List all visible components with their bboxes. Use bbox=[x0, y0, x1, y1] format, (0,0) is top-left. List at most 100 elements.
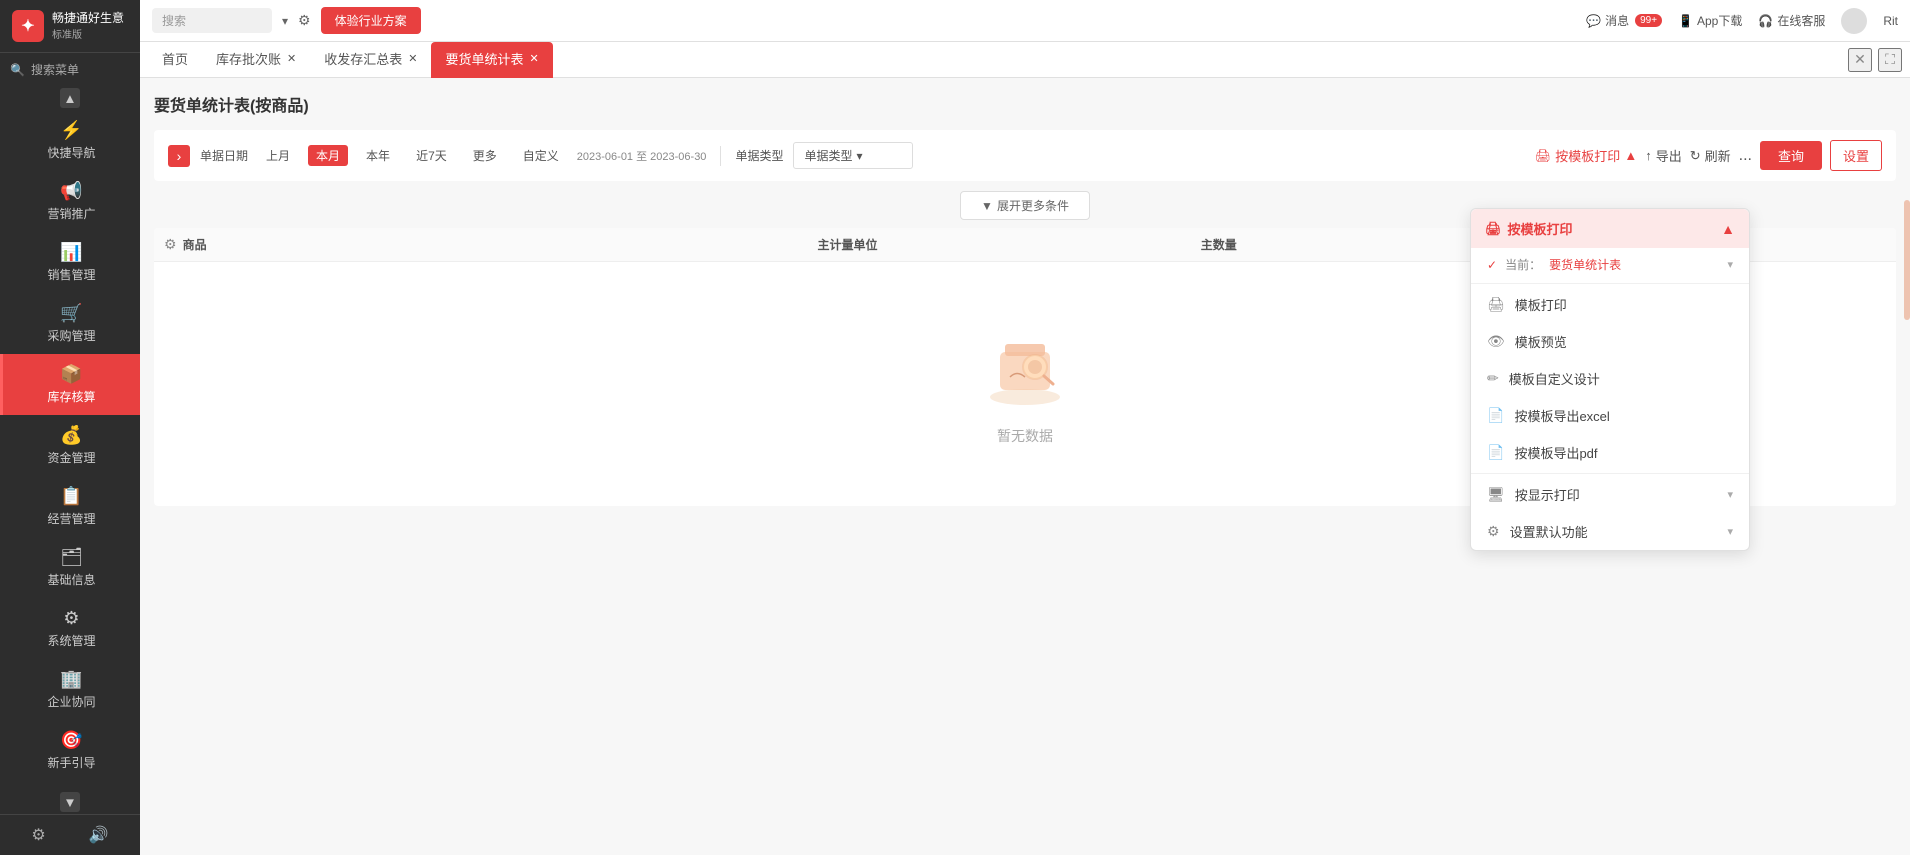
tab-maximize-btn[interactable]: ⛶ bbox=[1878, 48, 1902, 72]
sidebar-item-app-center[interactable]: 🔲 应用中心 bbox=[0, 781, 140, 790]
sidebar-item-label: 资金管理 bbox=[47, 449, 95, 466]
dropdown-item-set-default[interactable]: ⚙ 设置默认功能 ▾ bbox=[1471, 513, 1749, 550]
print-dropdown-close-btn[interactable]: ▲ bbox=[1721, 221, 1735, 237]
sidebar-scroll-up[interactable]: ▲ bbox=[60, 88, 80, 108]
bill-type-label: 单据类型 bbox=[735, 147, 783, 164]
sidebar-item-label: 经营管理 bbox=[47, 510, 95, 527]
topbar-gear-icon[interactable]: ⚙ bbox=[298, 12, 311, 29]
template-excel-label: 按模板导出excel bbox=[1514, 406, 1609, 425]
table-settings-icon[interactable]: ⚙ bbox=[164, 236, 177, 253]
tab-order-summary[interactable]: 要货单统计表 ✕ bbox=[431, 42, 552, 78]
tab-batch-account-label: 库存批次账 bbox=[216, 49, 281, 68]
dropdown-item-display-print[interactable]: 🖥 按显示打印 ▾ bbox=[1471, 476, 1749, 513]
sidebar-item-label: 库存核算 bbox=[47, 388, 95, 405]
date-current-month[interactable]: 本月 bbox=[308, 145, 348, 166]
sidebar-bottom: ⚙ 🔊 bbox=[0, 814, 140, 855]
page-title: 要货单统计表(按商品) bbox=[154, 92, 1896, 116]
empty-illustration bbox=[975, 322, 1075, 412]
tab-receipt-summary-close[interactable]: ✕ bbox=[408, 52, 417, 65]
dropdown-item-template-custom[interactable]: ✏ 模板自定义设计 bbox=[1471, 360, 1749, 397]
settings-btn[interactable]: 设置 bbox=[1830, 140, 1882, 171]
printer-icon-header: 🖨 bbox=[1485, 221, 1502, 237]
quick-nav-icon: ⚡ bbox=[60, 120, 82, 141]
bill-type-select[interactable]: 单据类型 ▾ bbox=[793, 142, 913, 169]
topbar-dropdown-arrow[interactable]: ▾ bbox=[282, 14, 288, 28]
export-icon: ↑ bbox=[1645, 148, 1652, 163]
tab-batch-account-close[interactable]: ✕ bbox=[287, 52, 296, 65]
sidebar-item-label: 快捷导航 bbox=[47, 144, 95, 161]
sidebar-item-basic[interactable]: 🗂 基础信息 bbox=[0, 537, 140, 598]
operation-icon: 📋 bbox=[60, 486, 82, 507]
template-excel-icon: 📄 bbox=[1487, 407, 1504, 424]
topbar-search[interactable]: 搜索 bbox=[152, 8, 272, 33]
sidebar-item-marketing[interactable]: 📢 营销推广 bbox=[0, 171, 140, 232]
set-default-arrow: ▾ bbox=[1727, 525, 1733, 538]
date-more[interactable]: 更多 bbox=[465, 145, 505, 166]
refresh-icon: ↻ bbox=[1690, 148, 1701, 164]
sidebar-item-inventory[interactable]: 📦 库存核算 bbox=[0, 354, 140, 415]
filter-expand-btn[interactable]: › bbox=[168, 145, 190, 167]
tab-close-window-btn[interactable]: ✕ bbox=[1848, 48, 1872, 72]
tab-receipt-summary-label: 收发存汇总表 bbox=[324, 49, 402, 68]
filter-bar: › 单据日期 上月 本月 本年 近7天 更多 自定义 2023-06-01 至 … bbox=[154, 130, 1896, 181]
display-print-left: 🖥 按显示打印 bbox=[1487, 485, 1580, 504]
sound-icon[interactable]: 🔊 bbox=[89, 825, 109, 845]
date-last-month[interactable]: 上月 bbox=[258, 145, 298, 166]
sidebar-logo: ✦ 畅捷通好生意 标准版 bbox=[0, 0, 140, 53]
tab-home[interactable]: 首页 bbox=[148, 42, 202, 78]
date-custom[interactable]: 自定义 bbox=[515, 145, 567, 166]
current-sub-arrow: ▾ bbox=[1727, 258, 1733, 271]
tab-order-summary-close[interactable]: ✕ bbox=[530, 52, 539, 65]
messages-badge: 99+ bbox=[1635, 14, 1662, 27]
tab-receipt-summary[interactable]: 收发存汇总表 ✕ bbox=[310, 42, 431, 78]
sidebar-item-quick-nav[interactable]: ⚡ 快捷导航 bbox=[0, 110, 140, 171]
app-download-item[interactable]: 📱 App下载 bbox=[1678, 12, 1742, 29]
date-current-year[interactable]: 本年 bbox=[358, 145, 398, 166]
print-template-btn[interactable]: 🖨 按模板打印 ▲ bbox=[1535, 146, 1637, 165]
experience-btn[interactable]: 体验行业方案 bbox=[321, 7, 421, 34]
sidebar-item-operation[interactable]: 📋 经营管理 bbox=[0, 476, 140, 537]
dropdown-item-template-excel[interactable]: 📄 按模板导出excel bbox=[1471, 397, 1749, 434]
basic-icon: 🗂 bbox=[60, 547, 83, 568]
search-icon: 🔍 bbox=[10, 63, 25, 77]
messages-item[interactable]: 💬 消息 99+ bbox=[1586, 12, 1662, 29]
logo-icon: ✦ bbox=[12, 10, 44, 42]
messages-label: 消息 bbox=[1605, 12, 1629, 29]
date-range-display: 2023-06-01 至 2023-06-30 bbox=[577, 148, 707, 164]
sidebar-item-finance[interactable]: 💰 资金管理 bbox=[0, 415, 140, 476]
dropdown-item-template-pdf[interactable]: 📄 按模板导出pdf bbox=[1471, 434, 1749, 471]
export-label: 导出 bbox=[1656, 146, 1682, 165]
date-last-7-days[interactable]: 近7天 bbox=[408, 145, 455, 166]
export-btn[interactable]: ↑ 导出 bbox=[1645, 146, 1682, 165]
tab-batch-account[interactable]: 库存批次账 ✕ bbox=[202, 42, 310, 78]
sidebar-search[interactable]: 🔍 搜索菜单 bbox=[0, 53, 140, 86]
expand-more-label: 展开更多条件 bbox=[997, 197, 1069, 214]
sidebar-scroll-down[interactable]: ▼ bbox=[60, 792, 80, 812]
print-dropdown-title-text: 按模板打印 bbox=[1508, 219, 1573, 238]
marketing-icon: 📢 bbox=[60, 181, 82, 202]
sidebar-item-enterprise[interactable]: 🏢 企业协同 bbox=[0, 659, 140, 720]
finance-icon: 💰 bbox=[60, 425, 82, 446]
system-icon: ⚙ bbox=[63, 608, 79, 629]
sidebar-item-label: 企业协同 bbox=[47, 693, 95, 710]
logo-text-block: 畅捷通好生意 标准版 bbox=[52, 11, 124, 42]
online-service-item[interactable]: 🎧 在线客服 bbox=[1758, 12, 1825, 29]
sidebar-item-purchase[interactable]: 🛒 采购管理 bbox=[0, 293, 140, 354]
phone-icon: 📱 bbox=[1678, 14, 1693, 28]
sidebar-item-guide[interactable]: 🎯 新手引导 bbox=[0, 720, 140, 781]
print-template-label: 按模板打印 bbox=[1555, 146, 1620, 165]
user-avatar-item[interactable] bbox=[1841, 8, 1867, 34]
dropdown-item-template-print[interactable]: 🖨 模板打印 bbox=[1471, 286, 1749, 323]
sidebar-item-system[interactable]: ⚙ 系统管理 bbox=[0, 598, 140, 659]
expand-more-btn[interactable]: ▼ 展开更多条件 bbox=[960, 191, 1090, 220]
message-icon: 💬 bbox=[1586, 14, 1601, 28]
dropdown-item-template-preview[interactable]: 👁 模板预览 bbox=[1471, 323, 1749, 360]
query-btn[interactable]: 查询 bbox=[1760, 141, 1822, 170]
settings-gear-icon[interactable]: ⚙ bbox=[31, 825, 45, 845]
guide-icon: 🎯 bbox=[60, 730, 82, 751]
sidebar-item-sales[interactable]: 📊 销售管理 bbox=[0, 232, 140, 293]
more-options-btn[interactable]: ... bbox=[1739, 147, 1752, 165]
refresh-btn[interactable]: ↻ 刷新 bbox=[1690, 146, 1731, 165]
print-dropdown-header: 🖨 按模板打印 ▲ bbox=[1471, 209, 1749, 248]
print-dropdown-title: 🖨 按模板打印 bbox=[1485, 219, 1573, 238]
